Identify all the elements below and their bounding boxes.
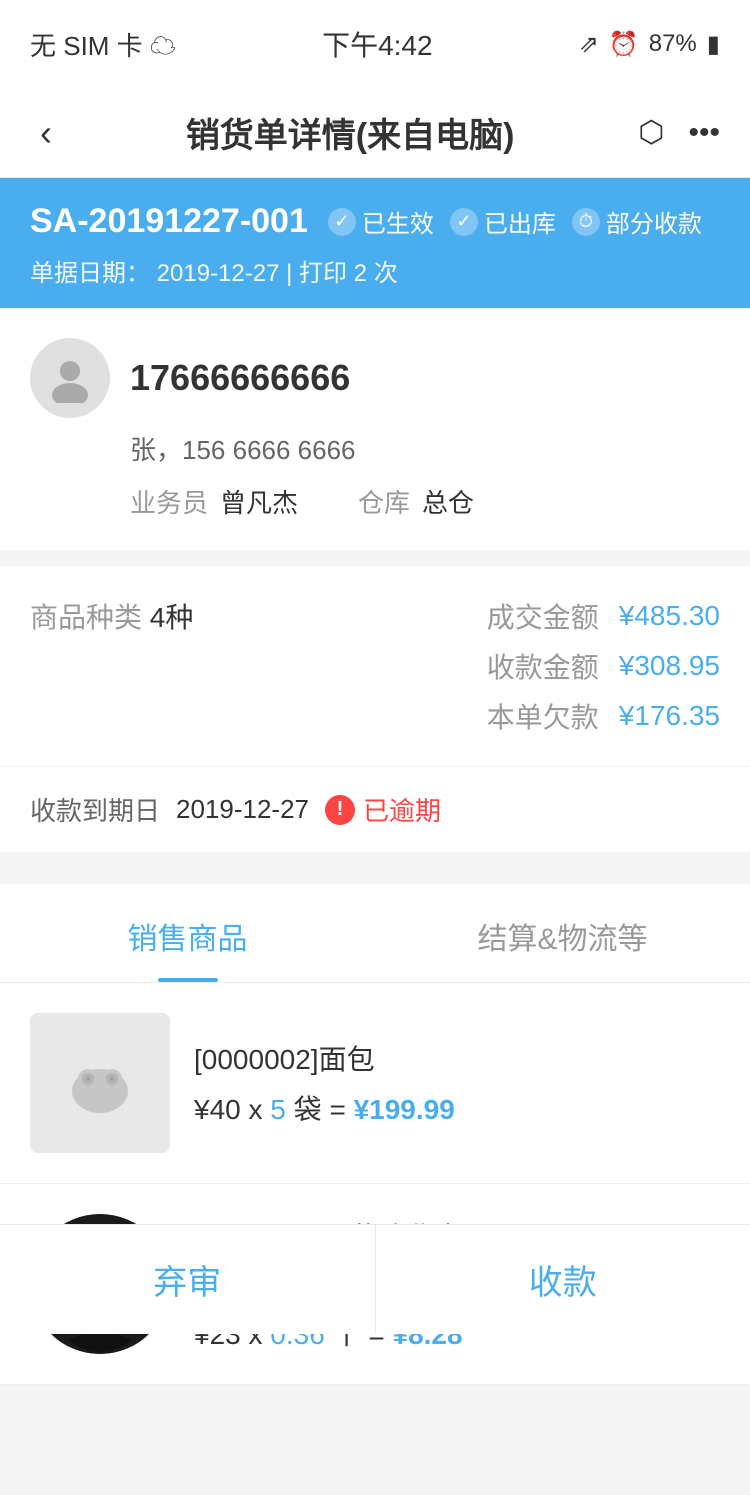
order-header: SA-20191227-001 ✓ 已生效 ✓ 已出库 ⏱ 部分收款 单据日期：… <box>0 178 750 308</box>
due-section: 收款到期日 2019-12-27 ! 已逾期 <box>0 766 750 852</box>
category-value-text: 4种 <box>150 602 194 633</box>
qty-1: 5 <box>270 1094 286 1125</box>
overdue-text: 已逾期 <box>363 791 441 828</box>
order-date-row: 单据日期： 2019-12-27 | 打印 2 次 <box>30 253 720 288</box>
debt-amount: ¥176.35 <box>619 700 720 732</box>
battery-level: 87% <box>649 30 697 58</box>
print-unit-val: 次 <box>374 260 398 287</box>
battery-icon: ▮ <box>707 30 720 59</box>
warehouse-label: 仓库 <box>358 483 410 520</box>
deal-amount: ¥485.30 <box>619 600 720 632</box>
print-count-val: 2 <box>354 260 367 287</box>
collect-payment-button[interactable]: 收款 <box>376 1225 750 1334</box>
location-icon: ⇗ <box>579 30 599 59</box>
customer-section: 17666666666 张，156 6666 6666 业务员 曾凡杰 仓库 总… <box>0 308 750 550</box>
abandon-review-label: 弃审 <box>153 1255 221 1304</box>
order-date: 2019-12-27 <box>157 260 280 287</box>
product-info-1: [0000002]面包 ¥40 x 5 袋 = ¥199.99 <box>194 1038 720 1128</box>
debt-label: 本单欠款 <box>487 696 599 736</box>
deal-row: 成交金额 ¥485.30 <box>487 596 720 636</box>
summary-left: 商品种类 4种 <box>30 596 193 736</box>
warehouse-name: 总仓 <box>422 483 474 520</box>
overdue-badge: ! 已逾期 <box>325 791 441 828</box>
status-badges: ✓ 已生效 ✓ 已出库 ⏱ 部分收款 <box>328 204 702 239</box>
due-date-value: 2019-12-27 <box>176 794 309 825</box>
overdue-icon: ! <box>325 795 355 825</box>
clock-icon: ⏱ <box>572 208 600 236</box>
product-title-1: 面包 <box>319 1044 375 1075</box>
due-label: 收款到期日 <box>30 791 160 828</box>
received-label: 收款金额 <box>487 646 599 686</box>
status-time: 下午4:42 <box>322 24 433 64</box>
tab-settlement[interactable]: 结算&物流等 <box>375 884 750 982</box>
product-item-1: [0000002]面包 ¥40 x 5 袋 = ¥199.99 <box>0 983 750 1184</box>
summary-section: 商品种类 4种 成交金额 ¥485.30 收款金额 ¥308.95 本单欠款 ¥… <box>0 566 750 766</box>
print-label: 打印 <box>299 260 347 287</box>
owl-icon <box>60 1043 140 1123</box>
collect-payment-label: 收款 <box>529 1255 597 1304</box>
unit-price-1: ¥40 <box>194 1094 241 1125</box>
sales-label: 业务员 <box>130 483 208 520</box>
sim-label: 无 SIM 卡 ☁ <box>30 26 176 63</box>
bottom-bar: 弃审 收款 <box>0 1224 750 1334</box>
customer-contact: 张，156 6666 6666 <box>130 430 720 467</box>
check-icon-1: ✓ <box>328 208 356 236</box>
badge-partial: ⏱ 部分收款 <box>572 204 702 239</box>
sales-meta: 业务员 曾凡杰 <box>130 483 298 520</box>
badge-shipped: ✓ 已出库 <box>450 204 556 239</box>
avatar <box>30 338 110 418</box>
tab-sales-products[interactable]: 销售商品 <box>0 884 375 982</box>
tabs-row: 销售商品 结算&物流等 <box>0 884 750 983</box>
category-label: 商品种类 <box>30 602 142 633</box>
deal-label: 成交金额 <box>487 596 599 636</box>
tab-settlement-label: 结算&物流等 <box>477 923 647 956</box>
customer-row: 17666666666 <box>30 338 720 418</box>
badge-effective-label: 已生效 <box>362 204 434 239</box>
badge-partial-label: 部分收款 <box>606 204 702 239</box>
divider-2 <box>0 852 750 868</box>
debt-row: 本单欠款 ¥176.35 <box>487 696 720 736</box>
received-row: 收款金额 ¥308.95 <box>487 646 720 686</box>
date-label: 单据日期： <box>30 260 150 287</box>
nav-bar: ‹ 销货单详情(来自电脑) ⬡ ••• <box>0 88 750 178</box>
divider-1 <box>0 550 750 566</box>
page-title: 销货单详情(来自电脑) <box>186 108 515 157</box>
summary-right: 成交金额 ¥485.30 收款金额 ¥308.95 本单欠款 ¥176.35 <box>487 596 720 736</box>
more-icon[interactable]: ••• <box>688 116 720 150</box>
received-amount: ¥308.95 <box>619 650 720 682</box>
warehouse-meta: 仓库 总仓 <box>358 483 474 520</box>
unit-1: 袋 <box>294 1094 322 1125</box>
badge-effective: ✓ 已生效 <box>328 204 434 239</box>
product-name-1: [0000002]面包 <box>194 1038 720 1078</box>
nav-actions: ⬡ ••• <box>638 115 720 150</box>
check-icon-2: ✓ <box>450 208 478 236</box>
badge-shipped-label: 已出库 <box>484 204 556 239</box>
tab-sales-label: 销售商品 <box>128 923 248 956</box>
print-separator: | <box>286 260 299 287</box>
bottom-spacer <box>0 1385 750 1495</box>
total-1: ¥199.99 <box>354 1094 455 1125</box>
multiply-1: x <box>249 1094 271 1125</box>
status-right: ⇗ ⏰ 87% ▮ <box>579 30 720 59</box>
sales-name: 曾凡杰 <box>220 483 298 520</box>
person-icon <box>45 353 95 403</box>
status-left: 无 SIM 卡 ☁ <box>30 26 176 63</box>
share-icon[interactable]: ⬡ <box>638 115 664 150</box>
summary-grid: 商品种类 4种 成交金额 ¥485.30 收款金额 ¥308.95 本单欠款 ¥… <box>30 596 720 736</box>
product-id-1: [0000002] <box>194 1044 319 1075</box>
back-button[interactable]: ‹ <box>30 102 62 164</box>
product-price-1: ¥40 x 5 袋 = ¥199.99 <box>194 1088 720 1128</box>
customer-meta: 业务员 曾凡杰 仓库 总仓 <box>130 483 720 520</box>
status-bar: 无 SIM 卡 ☁ 下午4:42 ⇗ ⏰ 87% ▮ <box>0 0 750 88</box>
abandon-review-button[interactable]: 弃审 <box>0 1225 376 1334</box>
equals-1: = <box>329 1094 353 1125</box>
alarm-icon: ⏰ <box>609 30 639 59</box>
order-id: SA-20191227-001 <box>30 202 308 241</box>
customer-name: 17666666666 <box>130 357 350 399</box>
product-image-1 <box>30 1013 170 1153</box>
